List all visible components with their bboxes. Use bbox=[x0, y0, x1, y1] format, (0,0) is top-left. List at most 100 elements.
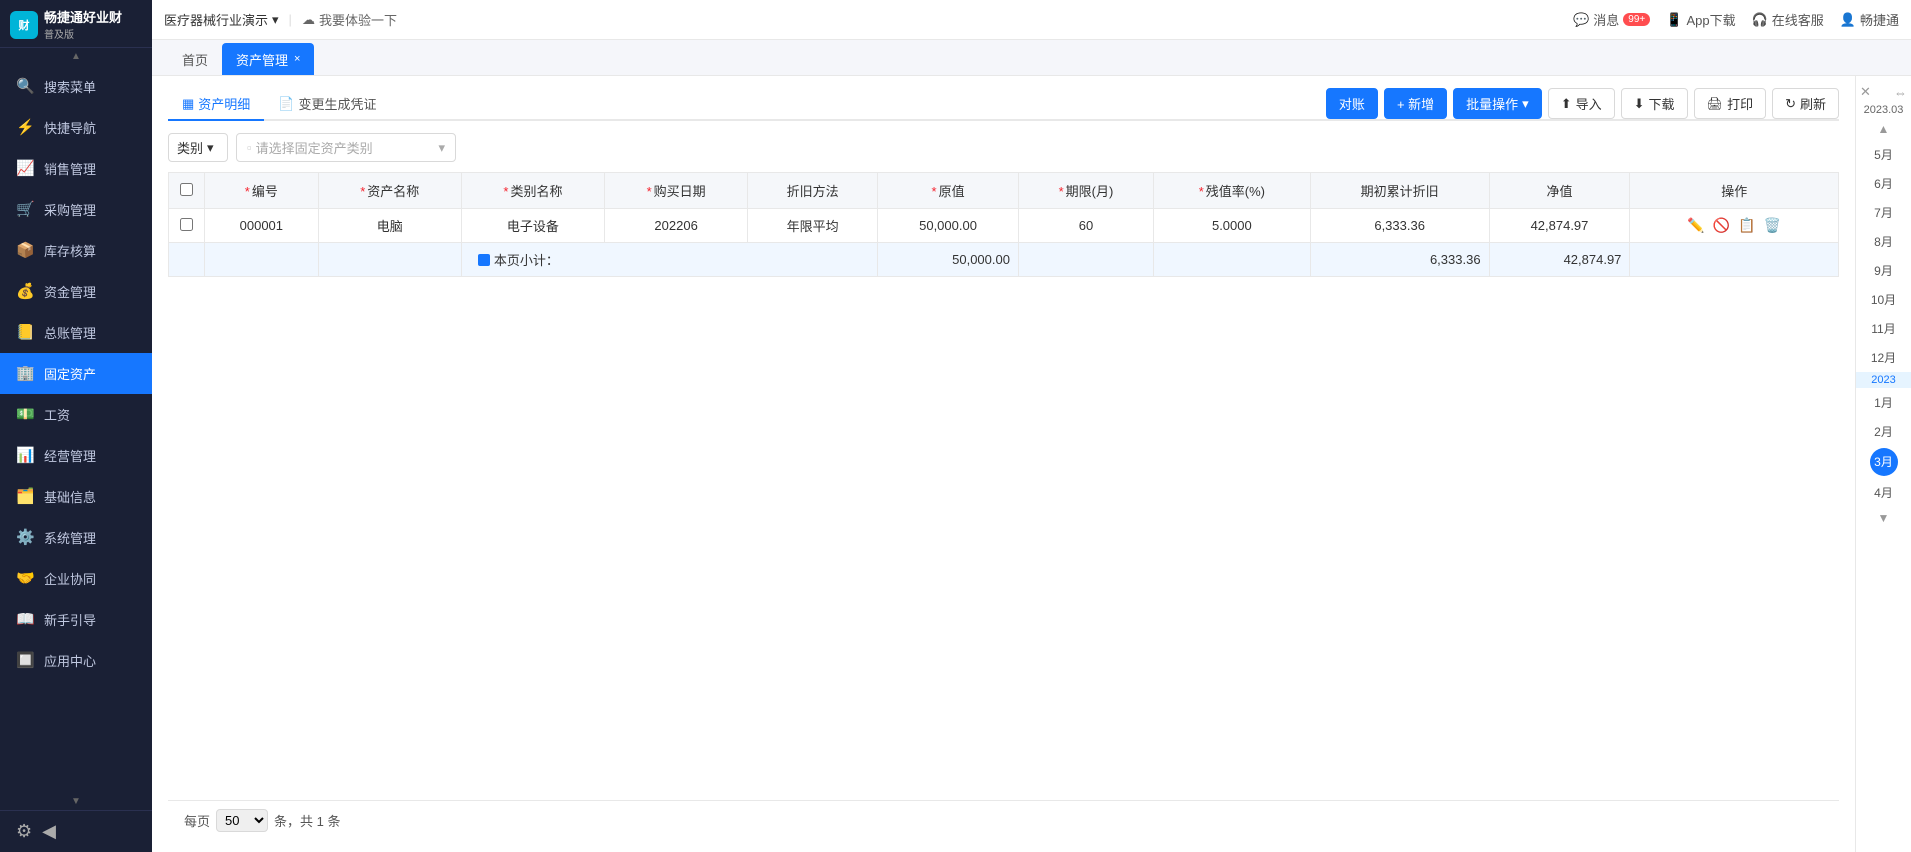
cal-month-curr[interactable]: 4月 bbox=[1870, 478, 1898, 507]
cal-month-prev[interactable]: 9月 bbox=[1871, 256, 1896, 285]
table-body: 000001 电脑 电子设备 202206 年限平均 50,000.00 60 … bbox=[169, 209, 1839, 277]
company-selector[interactable]: 医疗器械行业演示 ▾ bbox=[164, 10, 279, 29]
pagination: 每页 50 100 200 条，共 1 条 bbox=[168, 800, 1839, 840]
sidebar-item-system[interactable]: ⚙️系统管理 bbox=[0, 517, 152, 558]
th-residual-rate: *残值率(%) bbox=[1153, 173, 1310, 209]
batch-ops-button[interactable]: 批量操作 ▾ bbox=[1453, 88, 1542, 119]
per-page-label: 每页 bbox=[184, 811, 210, 830]
settings-icon[interactable]: ⚙ bbox=[16, 821, 32, 842]
batch-dropdown-icon: ▾ bbox=[1522, 96, 1529, 112]
cal-month-prev[interactable]: 5月 bbox=[1871, 140, 1896, 169]
calendar-up-nav[interactable]: ▲ bbox=[1874, 118, 1894, 140]
td-purchase-date-0: 202206 bbox=[605, 209, 748, 243]
tab-home[interactable]: 首页 bbox=[168, 43, 222, 75]
sub-tab-asset-detail[interactable]: ▦ 资产明细 bbox=[168, 88, 264, 121]
cal-month-prev[interactable]: 6月 bbox=[1871, 169, 1896, 198]
message-button[interactable]: 💬 消息 99+ bbox=[1573, 10, 1650, 29]
online-service-button[interactable]: 🎧 在线客服 bbox=[1752, 10, 1824, 29]
sidebar-nav: 🔍 搜索菜单 ⚡快捷导航📈销售管理🛒采购管理📦库存核算💰资金管理📒总账管理🏢固定资产… bbox=[0, 66, 152, 792]
tab-close-icon[interactable]: × bbox=[294, 53, 300, 65]
row-checkbox-0[interactable] bbox=[180, 218, 193, 231]
reconcile-button[interactable]: 对账 bbox=[1326, 88, 1378, 119]
delete-icon-0[interactable]: 🗑️ bbox=[1764, 217, 1781, 234]
message-icon: 💬 bbox=[1573, 12, 1589, 28]
online-service-icon: 🎧 bbox=[1752, 12, 1768, 28]
new-button[interactable]: + 新增 bbox=[1384, 88, 1447, 119]
subtotal-original-value: 50,000.00 bbox=[878, 243, 1019, 277]
total-label: 条，共 1 条 bbox=[274, 811, 340, 830]
category-filter-select[interactable]: 类别 ▾ bbox=[168, 133, 228, 162]
select-all-checkbox[interactable] bbox=[180, 183, 193, 196]
sidebar-item-purchase[interactable]: 🛒采购管理 bbox=[0, 189, 152, 230]
cal-month-curr[interactable]: 2月 bbox=[1870, 417, 1898, 446]
subtotal-empty-residual bbox=[1153, 243, 1310, 277]
edit-icon-0[interactable]: ✏️ bbox=[1687, 217, 1704, 234]
nav-icon-inventory: 📦 bbox=[16, 241, 34, 259]
sidebar-footer: ⚙ ◀ bbox=[0, 810, 152, 852]
copy-icon-0[interactable]: 📋 bbox=[1738, 217, 1755, 234]
nav-label-purchase: 采购管理 bbox=[44, 200, 96, 219]
th-actions: 操作 bbox=[1630, 173, 1839, 209]
import-button[interactable]: ⬆ 导入 bbox=[1548, 88, 1615, 119]
calendar-down-nav[interactable]: ▼ bbox=[1874, 507, 1894, 529]
sidebar-item-fixed_assets[interactable]: 🏢固定资产 bbox=[0, 353, 152, 394]
logo-icon: 财 bbox=[10, 11, 38, 39]
cal-month-prev[interactable]: 8月 bbox=[1871, 227, 1896, 256]
subtotal-initial-depreciation: 6,333.36 bbox=[1310, 243, 1489, 277]
message-label: 消息 bbox=[1593, 10, 1619, 29]
sidebar-item-base_info[interactable]: 🗂️基础信息 bbox=[0, 476, 152, 517]
cal-month-prev[interactable]: 7月 bbox=[1871, 198, 1896, 227]
nav-label-sales: 销售管理 bbox=[44, 159, 96, 178]
refresh-button[interactable]: ↻ 刷新 bbox=[1772, 88, 1839, 119]
calendar-close-icon[interactable]: ✕ bbox=[1860, 84, 1871, 100]
topbar-right: 💬 消息 99+ 📱 App下载 🎧 在线客服 👤 畅捷通 bbox=[1573, 10, 1899, 29]
cal-month-curr[interactable]: 1月 bbox=[1870, 388, 1898, 417]
sub-tab-change-voucher[interactable]: 📄 变更生成凭证 bbox=[264, 88, 390, 121]
cal-month-prev[interactable]: 11月 bbox=[1871, 314, 1896, 343]
category-filter-input[interactable]: ▫ 请选择固定资产类别 ▾ bbox=[236, 133, 456, 162]
user-name: 畅捷通 bbox=[1860, 10, 1899, 29]
cal-month-prev[interactable]: 12月 bbox=[1871, 343, 1896, 372]
sidebar-scroll-down[interactable]: ▼ bbox=[0, 792, 152, 810]
sidebar-item-quicknav[interactable]: ⚡快捷导航 bbox=[0, 107, 152, 148]
td-original-value-0: 50,000.00 bbox=[878, 209, 1019, 243]
sidebar-item-guide[interactable]: 📖新手引导 bbox=[0, 599, 152, 640]
per-page-select[interactable]: 50 100 200 bbox=[216, 809, 268, 832]
cal-month-prev[interactable]: 10月 bbox=[1871, 285, 1896, 314]
sub-tabs: ▦ 资产明细 📄 变更生成凭证 对账 + 新增 批量操作 bbox=[168, 88, 1839, 121]
calendar-year-label: 2023 bbox=[1856, 372, 1911, 388]
change-voucher-icon: 📄 bbox=[278, 96, 294, 112]
download-icon: ⬇ bbox=[1634, 96, 1645, 112]
sidebar-item-inventory[interactable]: 📦库存核算 bbox=[0, 230, 152, 271]
subtotal-empty-actions bbox=[1630, 243, 1839, 277]
filter-row: 类别 ▾ ▫ 请选择固定资产类别 ▾ bbox=[168, 133, 1839, 162]
sidebar-item-funds[interactable]: 💰资金管理 bbox=[0, 271, 152, 312]
demo-button[interactable]: ☁ 我要体验一下 bbox=[302, 10, 397, 29]
table-header-row: *编号 *资产名称 *类别名称 *购买日期 折旧方法 *原值 *期限(月) *残… bbox=[169, 173, 1839, 209]
sidebar-item-collab[interactable]: 🤝企业协同 bbox=[0, 558, 152, 599]
content-area: ▦ 资产明细 📄 变更生成凭证 对账 + 新增 批量操作 bbox=[152, 76, 1911, 852]
calendar-expand-icon[interactable]: ⇔ bbox=[1894, 85, 1907, 100]
sidebar-scroll-up[interactable]: ▲ bbox=[0, 48, 152, 66]
nav-label-search: 搜索菜单 bbox=[44, 77, 96, 96]
sidebar-item-ledger[interactable]: 📒总账管理 bbox=[0, 312, 152, 353]
disable-icon-0[interactable]: 🚫 bbox=[1713, 217, 1730, 234]
sidebar-item-app_center[interactable]: 🔲应用中心 bbox=[0, 640, 152, 681]
tab-asset-management[interactable]: 资产管理 × bbox=[222, 43, 314, 75]
sidebar-item-sales[interactable]: 📈销售管理 bbox=[0, 148, 152, 189]
print-button[interactable]: 🖨 打印 bbox=[1694, 88, 1767, 119]
collapse-icon[interactable]: ◀ bbox=[42, 821, 56, 842]
cal-month-curr[interactable]: 3月 bbox=[1870, 448, 1898, 476]
nav-icon-app_center: 🔲 bbox=[16, 651, 34, 669]
sidebar-item-payroll[interactable]: 💵工资 bbox=[0, 394, 152, 435]
nav-icon-search: 🔍 bbox=[16, 77, 34, 95]
user-avatar[interactable]: 👤 畅捷通 bbox=[1840, 10, 1899, 29]
app-download-button[interactable]: 📱 App下载 bbox=[1666, 10, 1735, 29]
message-badge: 99+ bbox=[1623, 13, 1650, 26]
demo-icon: ☁ bbox=[302, 12, 315, 28]
sidebar-item-search[interactable]: 🔍 搜索菜单 bbox=[0, 66, 152, 107]
nav-icon-collab: 🤝 bbox=[16, 569, 34, 587]
table-row: 000001 电脑 电子设备 202206 年限平均 50,000.00 60 … bbox=[169, 209, 1839, 243]
download-button[interactable]: ⬇ 下载 bbox=[1621, 88, 1688, 119]
sidebar-item-ops[interactable]: 📊经营管理 bbox=[0, 435, 152, 476]
